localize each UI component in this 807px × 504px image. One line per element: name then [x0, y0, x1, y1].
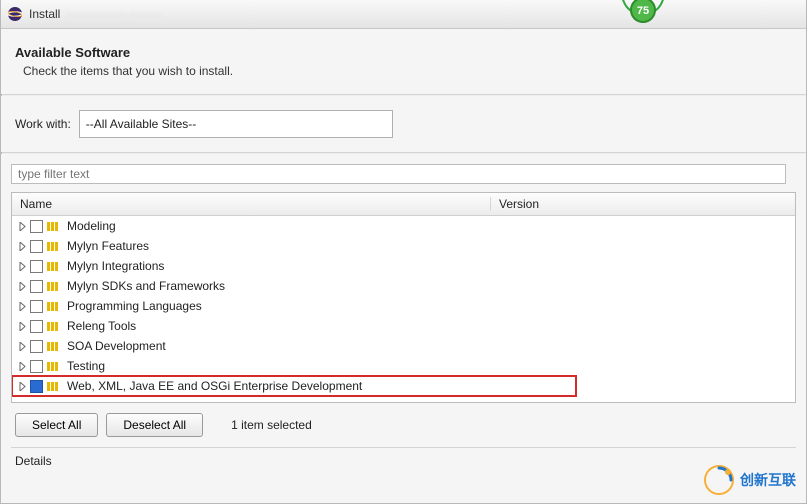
- table-row[interactable]: Releng Tools: [12, 316, 795, 336]
- feature-icon: [47, 381, 63, 392]
- row-checkbox[interactable]: [30, 260, 43, 273]
- divider: [1, 152, 806, 154]
- expand-icon[interactable]: [16, 240, 28, 252]
- table-row[interactable]: Programming Languages: [12, 296, 795, 316]
- feature-icon: [47, 281, 63, 292]
- feature-icon: [47, 301, 63, 312]
- table-header: Name Version: [12, 193, 795, 216]
- expand-icon[interactable]: [16, 360, 28, 372]
- row-checkbox[interactable]: [30, 280, 43, 293]
- page-title: Available Software: [15, 45, 792, 60]
- feature-icon: [47, 361, 63, 372]
- column-name[interactable]: Name: [12, 197, 491, 211]
- row-checkbox[interactable]: [30, 220, 43, 233]
- row-label: Mylyn Integrations: [67, 259, 164, 273]
- feature-icon: [47, 321, 63, 332]
- watermark: 创新互联: [704, 465, 796, 495]
- row-checkbox[interactable]: [30, 320, 43, 333]
- table-body: Modeling Mylyn Features Mylyn Integratio…: [12, 216, 795, 402]
- expand-icon[interactable]: [16, 260, 28, 272]
- badge-number: 75: [637, 5, 649, 17]
- details-section-header: Details: [11, 447, 796, 474]
- expand-icon[interactable]: [16, 320, 28, 332]
- deselect-all-button[interactable]: Deselect All: [106, 413, 203, 437]
- progress-badge: 75: [620, 0, 666, 28]
- table-row[interactable]: Modeling: [12, 216, 795, 236]
- watermark-icon: [704, 465, 734, 495]
- expand-icon[interactable]: [16, 220, 28, 232]
- expand-icon[interactable]: [16, 380, 28, 392]
- eclipse-icon: [7, 6, 23, 22]
- table-row[interactable]: Mylyn Features: [12, 236, 795, 256]
- row-checkbox[interactable]: [30, 340, 43, 353]
- work-with-value: --All Available Sites--: [86, 117, 196, 131]
- buttons-row: Select All Deselect All 1 item selected: [1, 403, 806, 447]
- watermark-text: 创新互联: [740, 470, 796, 490]
- expand-icon[interactable]: [16, 340, 28, 352]
- work-with-combo[interactable]: --All Available Sites--: [79, 110, 393, 138]
- feature-icon: [47, 341, 63, 352]
- row-label: Releng Tools: [67, 319, 136, 333]
- row-label: Modeling: [67, 219, 116, 233]
- row-checkbox[interactable]: [30, 300, 43, 313]
- table-row[interactable]: Web, XML, Java EE and OSGi Enterprise De…: [12, 376, 576, 396]
- row-checkbox[interactable]: [30, 240, 43, 253]
- row-checkbox[interactable]: [30, 360, 43, 373]
- feature-icon: [47, 241, 63, 252]
- work-with-row: Work with: --All Available Sites--: [1, 96, 806, 152]
- table-row[interactable]: Mylyn Integrations: [12, 256, 795, 276]
- software-table: Name Version Modeling Mylyn Features Myl…: [11, 192, 796, 403]
- table-row[interactable]: Testing: [12, 356, 795, 376]
- install-dialog: Install ··············· ········ 75 Avai…: [0, 0, 807, 504]
- row-label: Mylyn Features: [67, 239, 149, 253]
- row-label: Testing: [67, 359, 105, 373]
- row-label: Mylyn SDKs and Frameworks: [67, 279, 225, 293]
- filter-input[interactable]: [11, 164, 786, 184]
- row-label: Web, XML, Java EE and OSGi Enterprise De…: [67, 379, 362, 393]
- row-checkbox[interactable]: [30, 380, 43, 393]
- selected-count-text: 1 item selected: [231, 418, 312, 432]
- table-row[interactable]: SOA Development: [12, 336, 795, 356]
- titlebar[interactable]: Install ··············· ········ 75: [1, 0, 806, 29]
- row-label: SOA Development: [67, 339, 166, 353]
- expand-icon[interactable]: [16, 280, 28, 292]
- dialog-header: Available Software Check the items that …: [1, 45, 806, 94]
- expand-icon[interactable]: [16, 300, 28, 312]
- work-with-label: Work with:: [15, 117, 71, 131]
- select-all-button[interactable]: Select All: [15, 413, 98, 437]
- page-subtitle: Check the items that you wish to install…: [23, 64, 792, 78]
- window-title: Install: [29, 7, 60, 21]
- feature-icon: [47, 221, 63, 232]
- row-label: Programming Languages: [67, 299, 202, 313]
- titlebar-blur: ··············· ········: [66, 7, 161, 21]
- table-row[interactable]: Mylyn SDKs and Frameworks: [12, 276, 795, 296]
- column-version[interactable]: Version: [491, 197, 795, 211]
- feature-icon: [47, 261, 63, 272]
